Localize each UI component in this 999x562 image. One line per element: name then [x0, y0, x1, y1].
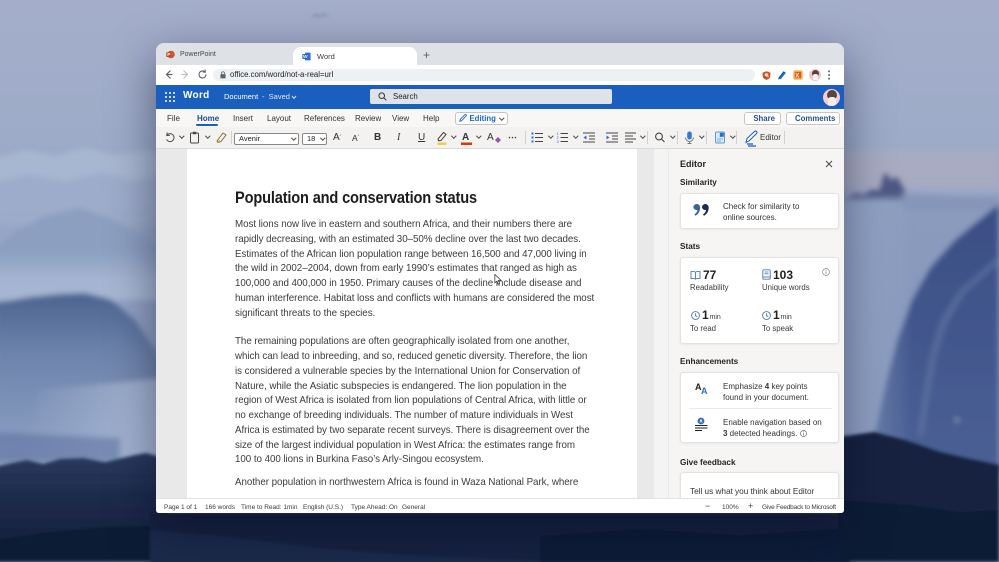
svg-text:3: 3: [557, 139, 560, 144]
svg-text:X: X: [795, 73, 799, 79]
svg-text:W: W: [303, 54, 308, 60]
